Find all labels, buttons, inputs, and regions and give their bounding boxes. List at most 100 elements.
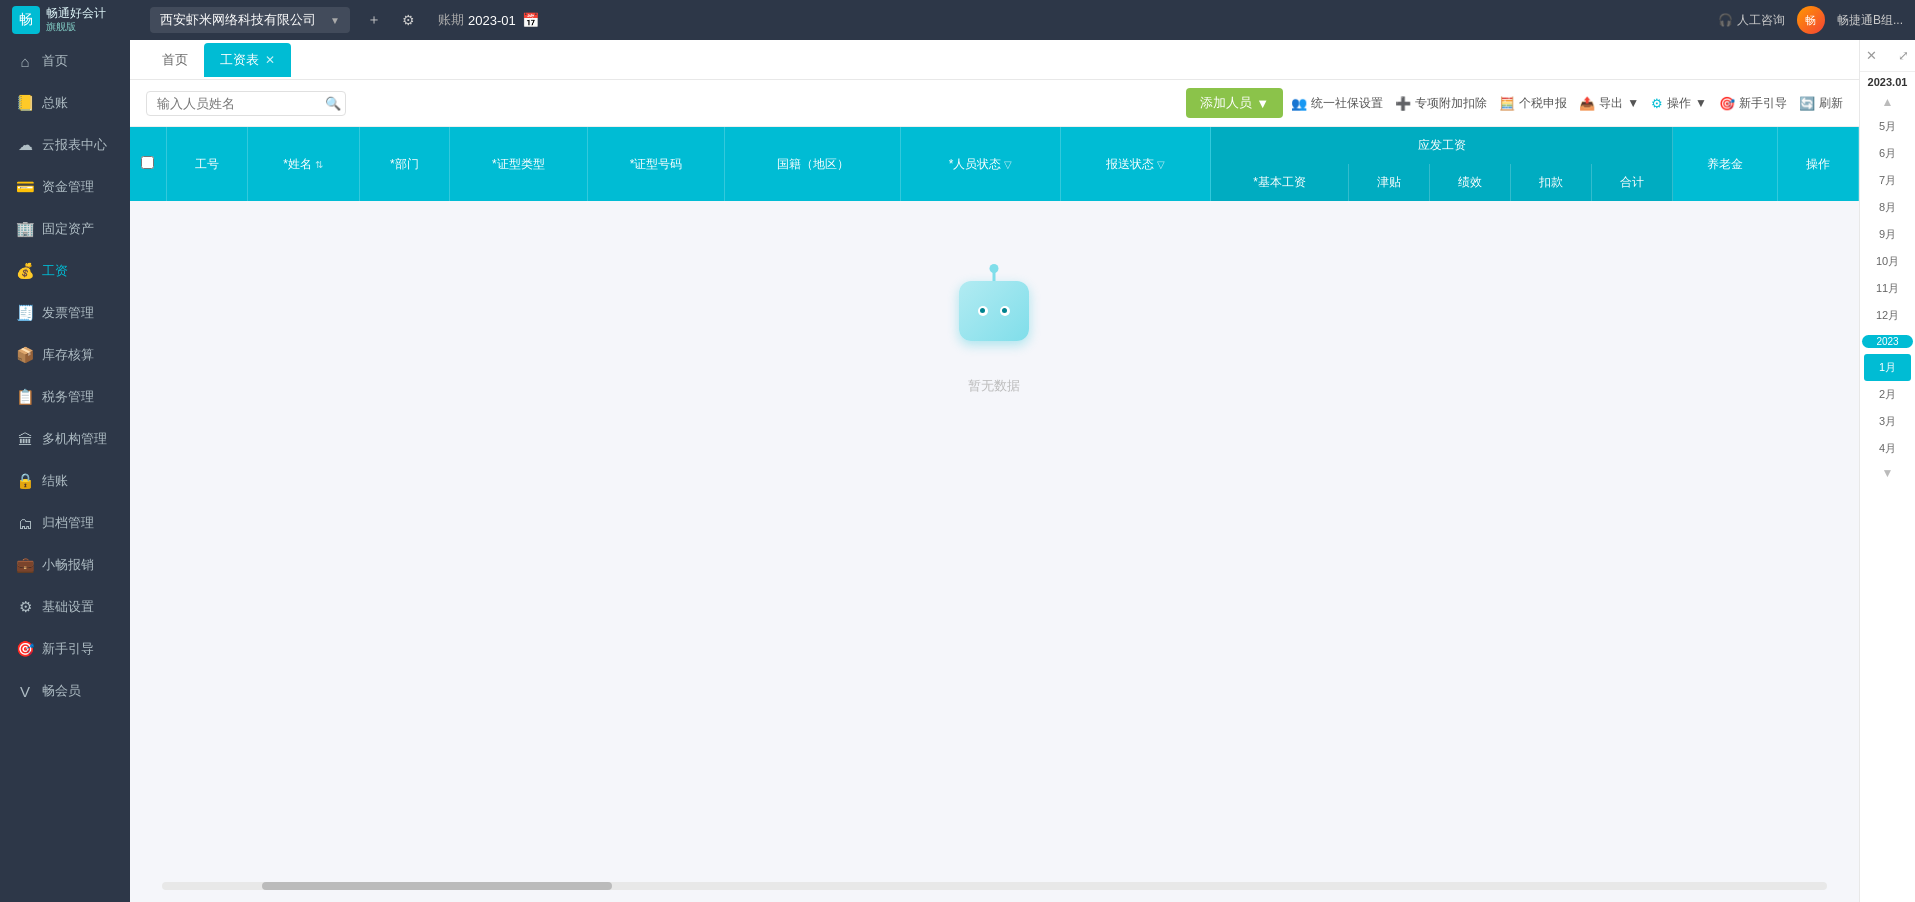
main-layout: ⌂ 首页 📒 总账 ☁ 云报表中心 💳 资金管理 🏢 固定资产 💰 工资 🧾 发… (0, 40, 1915, 902)
scrollbar-thumb[interactable] (262, 882, 612, 890)
sidebar-label-inventory: 库存核算 (42, 346, 94, 364)
salary-table: 工号 *姓名 ⇅ *部门 *证型类型 *证型号码 国籍（地区） (130, 127, 1859, 475)
month-item-4[interactable]: 4月 (1860, 435, 1915, 462)
sidebar-item-invoice[interactable]: 🧾 发票管理 (0, 292, 130, 334)
th-report-label: 报送状态 (1106, 156, 1154, 173)
tab-salary-label: 工资表 (220, 51, 259, 69)
headset-icon: 🎧 (1718, 13, 1733, 27)
expense-icon: 💼 (16, 556, 34, 574)
th-salary-group: 应发工资 (1211, 127, 1673, 164)
month-item-3[interactable]: 3月 (1860, 408, 1915, 435)
name-sort-icon[interactable]: ⇅ (315, 159, 323, 170)
month-item-12[interactable]: 12月 (1860, 302, 1915, 329)
th-id-no: *证型号码 (587, 127, 725, 201)
search-icon: 🔍 (325, 96, 341, 111)
archive-icon: 🗂 (16, 515, 34, 532)
salary-icon: 💰 (16, 262, 34, 280)
panel-close-icon[interactable]: ✕ (1866, 48, 1877, 63)
sidebar-label-expense: 小畅报销 (42, 556, 94, 574)
sidebar-item-member[interactable]: V 畅会员 (0, 670, 130, 712)
org-icon: 🏛 (16, 431, 34, 448)
sidebar-label-cloud: 云报表中心 (42, 136, 107, 154)
select-all-checkbox[interactable] (141, 156, 154, 169)
social-security-icon: 👥 (1291, 96, 1307, 111)
empty-row: 暂无数据 (130, 201, 1859, 475)
sidebar-item-settings[interactable]: ⚙ 基础设置 (0, 586, 130, 628)
add-button[interactable]: ＋ (360, 6, 388, 34)
export-button[interactable]: 📤 导出 ▼ (1579, 95, 1639, 112)
panel-expand-icon[interactable]: ⤢ (1898, 48, 1909, 63)
tab-bar: 首页 工资表 ✕ (130, 40, 1859, 80)
th-pension: 养老金 (1673, 127, 1778, 201)
avatar: 畅 (1797, 6, 1825, 34)
month-item-6[interactable]: 6月 (1860, 140, 1915, 167)
sidebar-item-salary[interactable]: 💰 工资 (0, 250, 130, 292)
add-employee-button[interactable]: 添加人员 ▼ (1186, 88, 1283, 118)
scroll-up-button[interactable]: ▲ (1860, 91, 1915, 113)
calendar-icon[interactable]: 📅 (522, 12, 539, 28)
month-item-8[interactable]: 8月 (1860, 194, 1915, 221)
th-deduct: 扣款 (1510, 164, 1591, 201)
company-selector[interactable]: 西安虾米网络科技有限公司 ▼ (150, 7, 350, 33)
month-item-10[interactable]: 10月 (1860, 248, 1915, 275)
sidebar-item-cloud-report[interactable]: ☁ 云报表中心 (0, 124, 130, 166)
sidebar-label-ledger: 总账 (42, 94, 68, 112)
th-nationality: 国籍（地区） (725, 127, 901, 201)
settings-icon[interactable]: ⚙ (394, 6, 422, 34)
refresh-button[interactable]: 🔄 刷新 (1799, 95, 1843, 112)
sidebar-label-settings: 基础设置 (42, 598, 94, 616)
report-filter-icon[interactable]: ▽ (1157, 159, 1165, 170)
personal-tax-button[interactable]: 🧮 个税申报 (1499, 95, 1567, 112)
th-emp-no: 工号 (166, 127, 247, 201)
sidebar-item-multi-org[interactable]: 🏛 多机构管理 (0, 418, 130, 460)
sidebar-item-tax[interactable]: 📋 税务管理 (0, 376, 130, 418)
th-base-salary: *基本工资 (1211, 164, 1349, 201)
month-item-11[interactable]: 11月 (1860, 275, 1915, 302)
status-filter-icon[interactable]: ▽ (1004, 159, 1012, 170)
horizontal-scrollbar[interactable] (162, 882, 1827, 890)
th-report-status: 报送状态 ▽ (1060, 127, 1210, 201)
month-item-2[interactable]: 2月 (1860, 381, 1915, 408)
special-deduct-icon: ➕ (1395, 96, 1411, 111)
period-value: 2023-01 (468, 13, 516, 28)
home-icon: ⌂ (16, 53, 34, 70)
new-guide-button[interactable]: 🎯 新手引导 (1719, 95, 1787, 112)
sidebar-item-fixed-assets[interactable]: 🏢 固定资产 (0, 208, 130, 250)
add-employee-label: 添加人员 (1200, 94, 1252, 112)
tab-salary-table[interactable]: 工资表 ✕ (204, 43, 291, 77)
sidebar-item-inventory[interactable]: 📦 库存核算 (0, 334, 130, 376)
operations-icon: ⚙ (1651, 96, 1663, 111)
sidebar-item-archive[interactable]: 🗂 归档管理 (0, 502, 130, 544)
inventory-icon: 📦 (16, 346, 34, 364)
special-deduct-button[interactable]: ➕ 专项附加扣除 (1395, 95, 1487, 112)
export-arrow-icon: ▼ (1627, 96, 1639, 110)
month-item-7[interactable]: 7月 (1860, 167, 1915, 194)
sidebar-item-ledger[interactable]: 📒 总账 (0, 82, 130, 124)
header-right: 🎧 人工咨询 畅 畅捷通B组... (1718, 6, 1903, 34)
tab-home[interactable]: 首页 (146, 43, 204, 77)
operations-label: 操作 (1667, 95, 1691, 112)
service-button[interactable]: 🎧 人工咨询 (1718, 12, 1785, 29)
logo-area: 畅 畅通好会计 旗舰版 (12, 6, 142, 34)
close-period-icon: 🔒 (16, 472, 34, 490)
header-actions: ＋ ⚙ (360, 6, 422, 34)
th-allowance: 津贴 (1348, 164, 1429, 201)
sidebar-item-fund[interactable]: 💳 资金管理 (0, 166, 130, 208)
tab-close-icon[interactable]: ✕ (265, 53, 275, 67)
empty-state: 暂无数据 (130, 201, 1859, 475)
sidebar-item-close[interactable]: 🔒 结账 (0, 460, 130, 502)
search-input[interactable] (157, 96, 325, 111)
sidebar-item-expense[interactable]: 💼 小畅报销 (0, 544, 130, 586)
th-performance: 绩效 (1429, 164, 1510, 201)
social-security-button[interactable]: 👥 统一社保设置 (1291, 95, 1383, 112)
panel-header: ✕ ⤢ (1860, 40, 1915, 72)
operations-button[interactable]: ⚙ 操作 ▼ (1651, 95, 1707, 112)
month-item-1[interactable]: 1月 (1864, 354, 1911, 381)
robot-illustration (959, 281, 1029, 341)
month-item-5[interactable]: 5月 (1860, 113, 1915, 140)
sidebar-item-guide[interactable]: 🎯 新手引导 (0, 628, 130, 670)
month-item-9[interactable]: 9月 (1860, 221, 1915, 248)
sidebar-item-home[interactable]: ⌂ 首页 (0, 40, 130, 82)
scroll-down-button[interactable]: ▼ (1860, 462, 1915, 484)
th-id-type: *证型类型 (449, 127, 587, 201)
